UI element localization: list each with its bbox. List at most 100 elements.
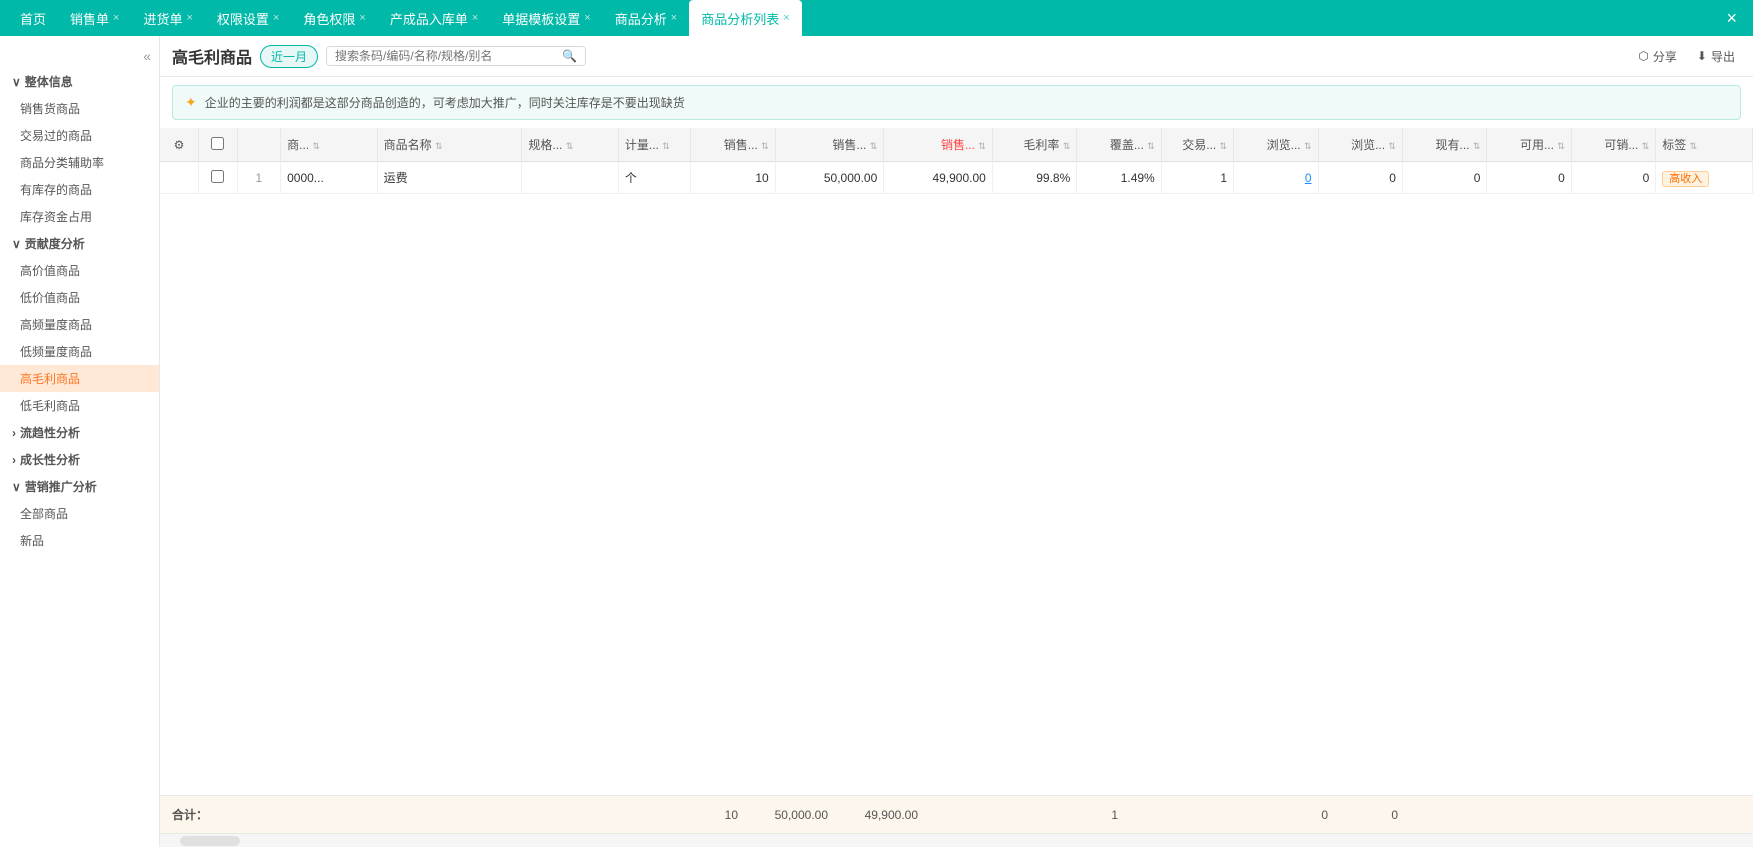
col-browse1-sort: ⇅	[1304, 141, 1312, 151]
sidebar-item-traded-goods[interactable]: 交易过的商品	[0, 122, 159, 149]
nav-product-analysis-list[interactable]: 商品分析列表 ×	[689, 0, 801, 36]
col-coverrate-sort: ⇅	[1147, 141, 1155, 151]
col-sales-qty-header[interactable]: 销售... ⇅	[691, 128, 775, 162]
sidebar-item-low-value-goods[interactable]: 低价值商品	[0, 284, 159, 311]
nav-close-permission[interactable]: ×	[273, 12, 279, 24]
nav-home[interactable]: 首页	[8, 0, 58, 36]
col-stock2-sort: ⇅	[1557, 141, 1565, 151]
col-salesqty-sort: ⇅	[761, 141, 769, 151]
nav-close-role[interactable]: ×	[359, 12, 365, 24]
col-stock1-sort: ⇅	[1473, 141, 1481, 151]
share-icon: ⬡	[1638, 49, 1648, 63]
footer-label: 合计：	[172, 806, 208, 823]
sidebar-item-new-goods[interactable]: 新品	[0, 527, 159, 554]
table-container: ⚙ 商... ⇅ 商品名称 ⇅	[160, 128, 1753, 795]
col-code-header[interactable]: 商... ⇅	[281, 128, 378, 162]
filter-recent-month-button[interactable]: 近一月	[260, 45, 318, 68]
nav-close-template[interactable]: ×	[584, 12, 590, 24]
row-browse1-cell[interactable]: 0	[1234, 162, 1318, 194]
sidebar-item-high-margin-goods[interactable]: 高毛利商品	[0, 365, 159, 392]
col-sales-cost-header[interactable]: 销售... ⇅	[884, 128, 993, 162]
sidebar-group-trend-analysis[interactable]: › 流趋性分析	[0, 419, 159, 446]
col-browse1-header[interactable]: 浏览... ⇅	[1234, 128, 1318, 162]
col-code-sort: ⇅	[312, 141, 320, 151]
col-stock1-header[interactable]: 现有... ⇅	[1402, 128, 1486, 162]
row-spec-cell	[522, 162, 619, 194]
sidebar-item-in-stock-goods[interactable]: 有库存的商品	[0, 176, 159, 203]
nav-close-inbound[interactable]: ×	[472, 12, 478, 24]
sidebar-item-low-freq-goods[interactable]: 低频量度商品	[0, 338, 159, 365]
nav-close-sales-order[interactable]: ×	[113, 12, 119, 24]
sidebar-group-overall-info[interactable]: ∨ 整体信息	[0, 68, 159, 95]
search-input[interactable]	[335, 49, 558, 63]
col-trade-header[interactable]: 交易... ⇅	[1161, 128, 1233, 162]
col-tag-sort: ⇅	[1690, 141, 1698, 151]
nav-close-analysis[interactable]: ×	[671, 12, 677, 24]
row-unit-cell: 个	[618, 162, 690, 194]
nav-close-analysis-list[interactable]: ×	[783, 12, 789, 24]
sidebar-item-stock-capital[interactable]: 库存资金占用	[0, 203, 159, 230]
sidebar-group-growth-analysis[interactable]: › 成长性分析	[0, 446, 159, 473]
nav-product-inbound[interactable]: 产成品入库单 ×	[378, 0, 490, 36]
sidebar-item-goods-analysis-help[interactable]: 商品分类辅助率	[0, 149, 159, 176]
sidebar-item-all-goods[interactable]: 全部商品	[0, 500, 159, 527]
footer-sales-cost: 49,900.00	[828, 808, 918, 822]
nav-import-order[interactable]: 进货单 ×	[131, 0, 204, 36]
nav-role-permission[interactable]: 角色权限 ×	[291, 0, 377, 36]
col-grossrate-sort: ⇅	[1063, 141, 1071, 151]
row-cover-rate-cell: 1.49%	[1077, 162, 1161, 194]
row-tag-cell: 高收入	[1656, 162, 1753, 194]
browse1-link[interactable]: 0	[1305, 171, 1312, 185]
row-sales-cost-cell: 49,900.00	[884, 162, 993, 194]
col-settings[interactable]: ⚙	[160, 128, 199, 162]
sidebar-group-wealth-analysis[interactable]: ∨ 贡献度分析	[0, 230, 159, 257]
nav-close-all[interactable]: ×	[1718, 8, 1745, 29]
sidebar: « ∨ 整体信息 销售货商品 交易过的商品 商品分类辅助率 有库存的商品 库存资…	[0, 36, 160, 847]
row-checkbox-cell[interactable]	[199, 162, 238, 194]
tag-badge: 高收入	[1662, 171, 1709, 187]
col-spec-sort: ⇅	[566, 141, 574, 151]
sidebar-item-high-freq-goods[interactable]: 高频量度商品	[0, 311, 159, 338]
sidebar-group-marketing-analysis[interactable]: ∨ 营销推广分析	[0, 473, 159, 500]
search-icon[interactable]: 🔍	[562, 49, 577, 63]
col-name-header[interactable]: 商品名称 ⇅	[377, 128, 522, 162]
nav-permission-settings[interactable]: 权限设置 ×	[205, 0, 291, 36]
table-header-row: ⚙ 商... ⇅ 商品名称 ⇅	[160, 128, 1753, 162]
row-trade-cell: 1	[1161, 162, 1233, 194]
col-stock3-header[interactable]: 可销... ⇅	[1571, 128, 1655, 162]
share-button[interactable]: ⬡ 分享	[1632, 46, 1683, 67]
sidebar-collapse-button[interactable]: «	[143, 48, 151, 64]
footer-bar: 合计： 10 50,000.00 49,900.00 1 0 0	[160, 795, 1753, 833]
col-stock2-header[interactable]: 可用... ⇅	[1487, 128, 1571, 162]
search-box: 🔍	[326, 46, 586, 66]
horizontal-scrollbar[interactable]	[160, 833, 1753, 847]
col-trade-sort: ⇅	[1220, 141, 1228, 151]
sidebar-item-high-value-goods[interactable]: 高价值商品	[0, 257, 159, 284]
col-spec-header[interactable]: 规格... ⇅	[522, 128, 619, 162]
select-all-checkbox[interactable]	[211, 137, 224, 150]
nav-single-template[interactable]: 单据模板设置 ×	[490, 0, 602, 36]
col-gross-rate-header[interactable]: 毛利率 ⇅	[992, 128, 1076, 162]
main-container: « ∨ 整体信息 销售货商品 交易过的商品 商品分类辅助率 有库存的商品 库存资…	[0, 36, 1753, 847]
sidebar-item-sales-goods[interactable]: 销售货商品	[0, 95, 159, 122]
row-browse2-cell: 0	[1318, 162, 1402, 194]
footer-sales-qty: 10	[668, 808, 738, 822]
col-checkbox[interactable]	[199, 128, 238, 162]
col-tag-header[interactable]: 标签 ⇅	[1656, 128, 1753, 162]
content-header: 高毛利商品 近一月 🔍 ⬡ 分享 ⬇ 导出	[160, 36, 1753, 77]
nav-product-analysis[interactable]: 商品分析 ×	[603, 0, 689, 36]
col-sales-amt-header[interactable]: 销售... ⇅	[775, 128, 884, 162]
settings-icon: ⚙	[174, 138, 185, 152]
export-icon: ⬇	[1697, 49, 1707, 63]
col-cover-rate-header[interactable]: 覆盖... ⇅	[1077, 128, 1161, 162]
row-num-cell: 1	[237, 162, 280, 194]
col-browse2-sort: ⇅	[1388, 141, 1396, 151]
nav-close-import-order[interactable]: ×	[186, 12, 192, 24]
export-button[interactable]: ⬇ 导出	[1691, 46, 1741, 67]
content-area: 高毛利商品 近一月 🔍 ⬡ 分享 ⬇ 导出 ✦ 企业的主要的利润都是这部分商品创…	[160, 36, 1753, 847]
col-browse2-header[interactable]: 浏览... ⇅	[1318, 128, 1402, 162]
col-unit-header[interactable]: 计量... ⇅	[618, 128, 690, 162]
nav-sales-order[interactable]: 销售单 ×	[58, 0, 131, 36]
sidebar-item-low-margin-goods[interactable]: 低毛利商品	[0, 392, 159, 419]
row-checkbox[interactable]	[211, 170, 224, 183]
